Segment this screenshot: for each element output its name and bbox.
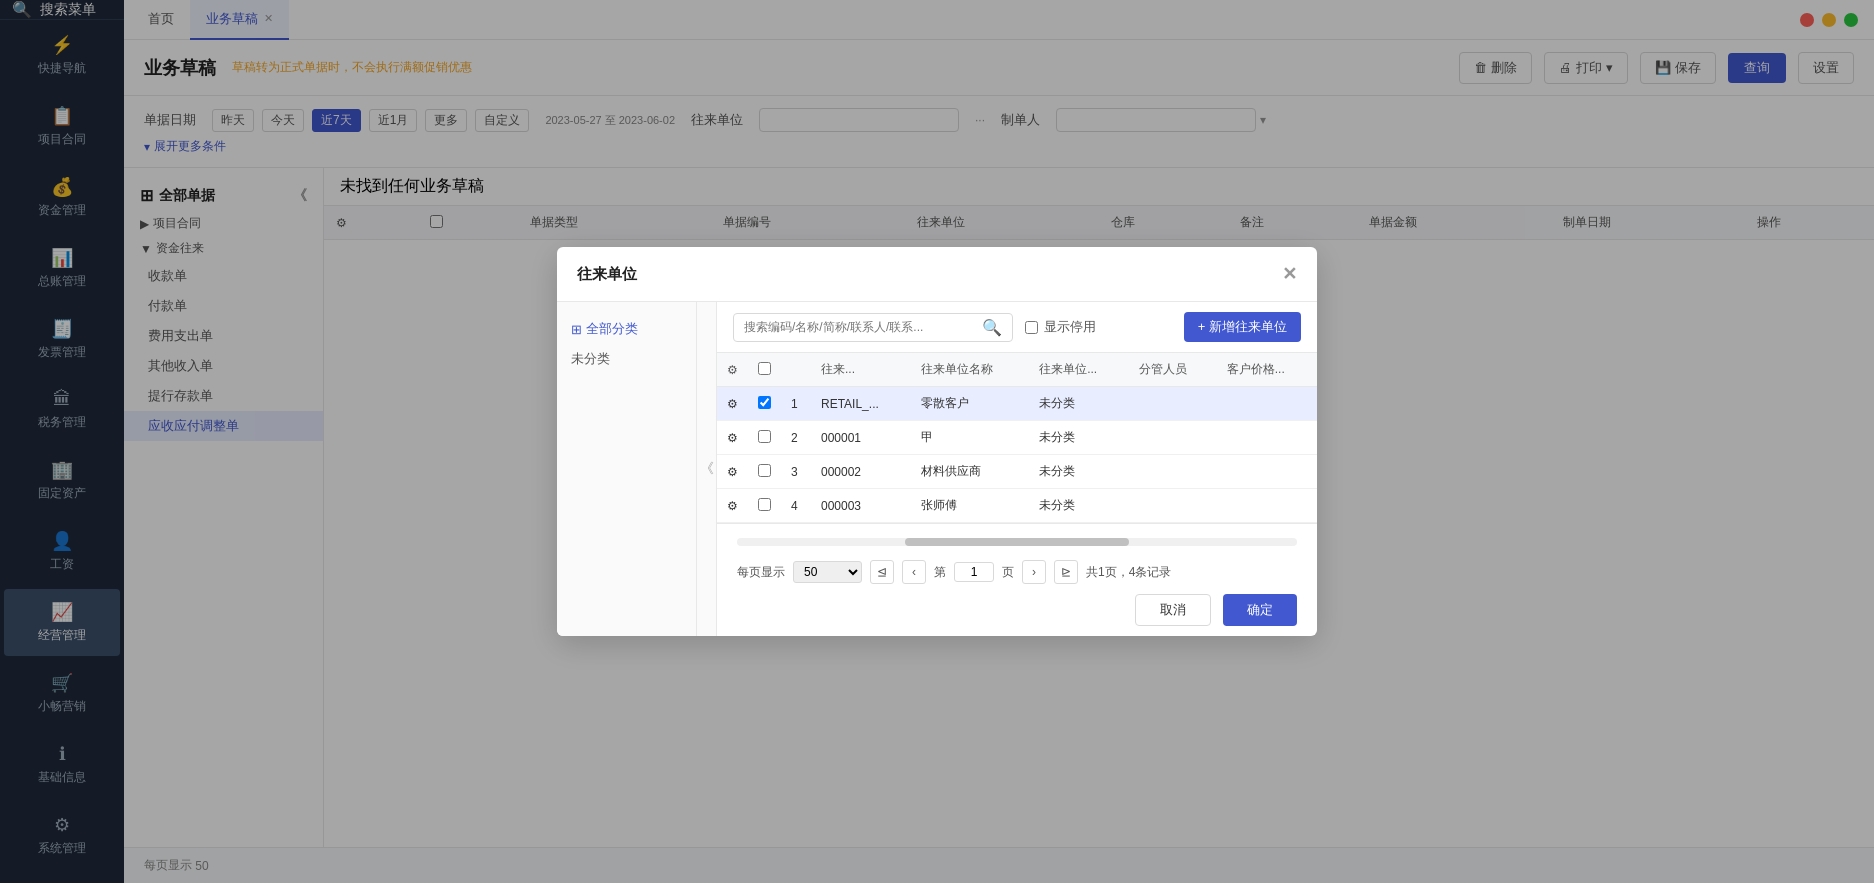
modal-overlay[interactable]: 往来单位 ✕ ⊞ 全部分类 未分类 《 🔍 (0, 0, 1874, 883)
confirm-button[interactable]: 确定 (1223, 594, 1297, 626)
modal-action-btns: 取消 确定 (737, 594, 1297, 626)
row-name: 材料供应商 (911, 455, 1029, 489)
row-id: 1 (781, 387, 811, 421)
show-disabled-checkbox[interactable] (1025, 321, 1038, 334)
modal-th-category: 往来单位... (1029, 353, 1129, 387)
row-settings[interactable]: ⚙ (717, 489, 748, 523)
row-name: 甲 (911, 421, 1029, 455)
modal-body: ⊞ 全部分类 未分类 《 🔍 显示停用 (557, 302, 1317, 636)
modal-th-salesperson: 分管人员 (1129, 353, 1216, 387)
show-disabled-label[interactable]: 显示停用 (1025, 318, 1096, 336)
modal-th-settings[interactable]: ⚙ (717, 353, 748, 387)
row-code: 000003 (811, 489, 911, 523)
row-settings[interactable]: ⚙ (717, 455, 748, 489)
row-checkbox[interactable] (748, 489, 781, 523)
row-id: 4 (781, 489, 811, 523)
row-checkbox[interactable] (748, 387, 781, 421)
modal-th-checkbox[interactable] (748, 353, 781, 387)
row-salesperson (1129, 421, 1216, 455)
row-select-checkbox[interactable] (758, 396, 771, 409)
modal-table-area[interactable]: ⚙ 往来... 往来单位名称 (717, 353, 1317, 523)
row-category: 未分类 (1029, 455, 1129, 489)
cancel-button[interactable]: 取消 (1135, 594, 1211, 626)
last-page-btn[interactable]: ⊵ (1054, 560, 1078, 584)
modal-title: 往来单位 (577, 265, 637, 284)
next-page-btn[interactable]: › (1022, 560, 1046, 584)
modal-close-btn[interactable]: ✕ (1282, 263, 1297, 285)
modal-sidebar-header: ⊞ 全部分类 (557, 314, 696, 344)
modal-select-all[interactable] (758, 362, 771, 375)
add-counterpart-btn[interactable]: + 新增往来单位 (1184, 312, 1301, 342)
modal-scrollbar-thumb[interactable] (905, 538, 1129, 546)
modal-sidebar-collapse-btn[interactable]: 《 (697, 302, 717, 636)
grid-icon: ⊞ (571, 322, 582, 337)
modal-th-name: 往来单位名称 (911, 353, 1029, 387)
row-settings[interactable]: ⚙ (717, 421, 748, 455)
row-price-level (1217, 421, 1317, 455)
page-number-input[interactable] (954, 562, 994, 582)
modal-table-row[interactable]: ⚙ 4 000003 张师傅 未分类 (717, 489, 1317, 523)
modal-sidebar: ⊞ 全部分类 未分类 (557, 302, 697, 636)
row-checkbox[interactable] (748, 421, 781, 455)
row-code: RETAIL_... (811, 387, 911, 421)
modal-scrollbar[interactable] (737, 538, 1297, 546)
modal-table-row[interactable]: ⚙ 3 000002 材料供应商 未分类 (717, 455, 1317, 489)
search-icon: 🔍 (982, 318, 1002, 337)
modal-table-row[interactable]: ⚙ 2 000001 甲 未分类 (717, 421, 1317, 455)
modal-th-code: 往来... (811, 353, 911, 387)
modal-table-row[interactable]: ⚙ 1 RETAIL_... 零散客户 未分类 (717, 387, 1317, 421)
row-id: 2 (781, 421, 811, 455)
modal-toolbar: 🔍 显示停用 + 新增往来单位 (717, 302, 1317, 353)
row-salesperson (1129, 455, 1216, 489)
modal-search-input[interactable] (744, 320, 976, 334)
row-category: 未分类 (1029, 489, 1129, 523)
row-select-checkbox[interactable] (758, 430, 771, 443)
modal-footer: 每页显示 50 20 100 ⊴ ‹ 第 页 › ⊵ 共1页，4条记录 (717, 523, 1317, 636)
row-price-level (1217, 455, 1317, 489)
modal-sidebar-item-unclassified[interactable]: 未分类 (557, 344, 696, 374)
modal-content: 🔍 显示停用 + 新增往来单位 ⚙ (717, 302, 1317, 636)
row-checkbox[interactable] (748, 455, 781, 489)
row-salesperson (1129, 387, 1216, 421)
row-settings[interactable]: ⚙ (717, 387, 748, 421)
row-code: 000001 (811, 421, 911, 455)
per-page-select[interactable]: 50 20 100 (793, 561, 862, 583)
row-code: 000002 (811, 455, 911, 489)
modal-table: ⚙ 往来... 往来单位名称 (717, 353, 1317, 523)
modal-th-price-level: 客户价格... (1217, 353, 1317, 387)
row-category: 未分类 (1029, 421, 1129, 455)
modal-header: 往来单位 ✕ (557, 247, 1317, 302)
row-salesperson (1129, 489, 1216, 523)
modal-search-box[interactable]: 🔍 (733, 313, 1013, 342)
row-name: 张师傅 (911, 489, 1029, 523)
row-name: 零散客户 (911, 387, 1029, 421)
row-price-level (1217, 387, 1317, 421)
modal-pagination: 每页显示 50 20 100 ⊴ ‹ 第 页 › ⊵ 共1页，4条记录 (737, 560, 1297, 584)
row-price-level (1217, 489, 1317, 523)
modal-th-index (781, 353, 811, 387)
counterpart-modal: 往来单位 ✕ ⊞ 全部分类 未分类 《 🔍 (557, 247, 1317, 636)
row-category: 未分类 (1029, 387, 1129, 421)
prev-page-btn[interactable]: ‹ (902, 560, 926, 584)
row-id: 3 (781, 455, 811, 489)
row-select-checkbox[interactable] (758, 498, 771, 511)
row-select-checkbox[interactable] (758, 464, 771, 477)
first-page-btn[interactable]: ⊴ (870, 560, 894, 584)
